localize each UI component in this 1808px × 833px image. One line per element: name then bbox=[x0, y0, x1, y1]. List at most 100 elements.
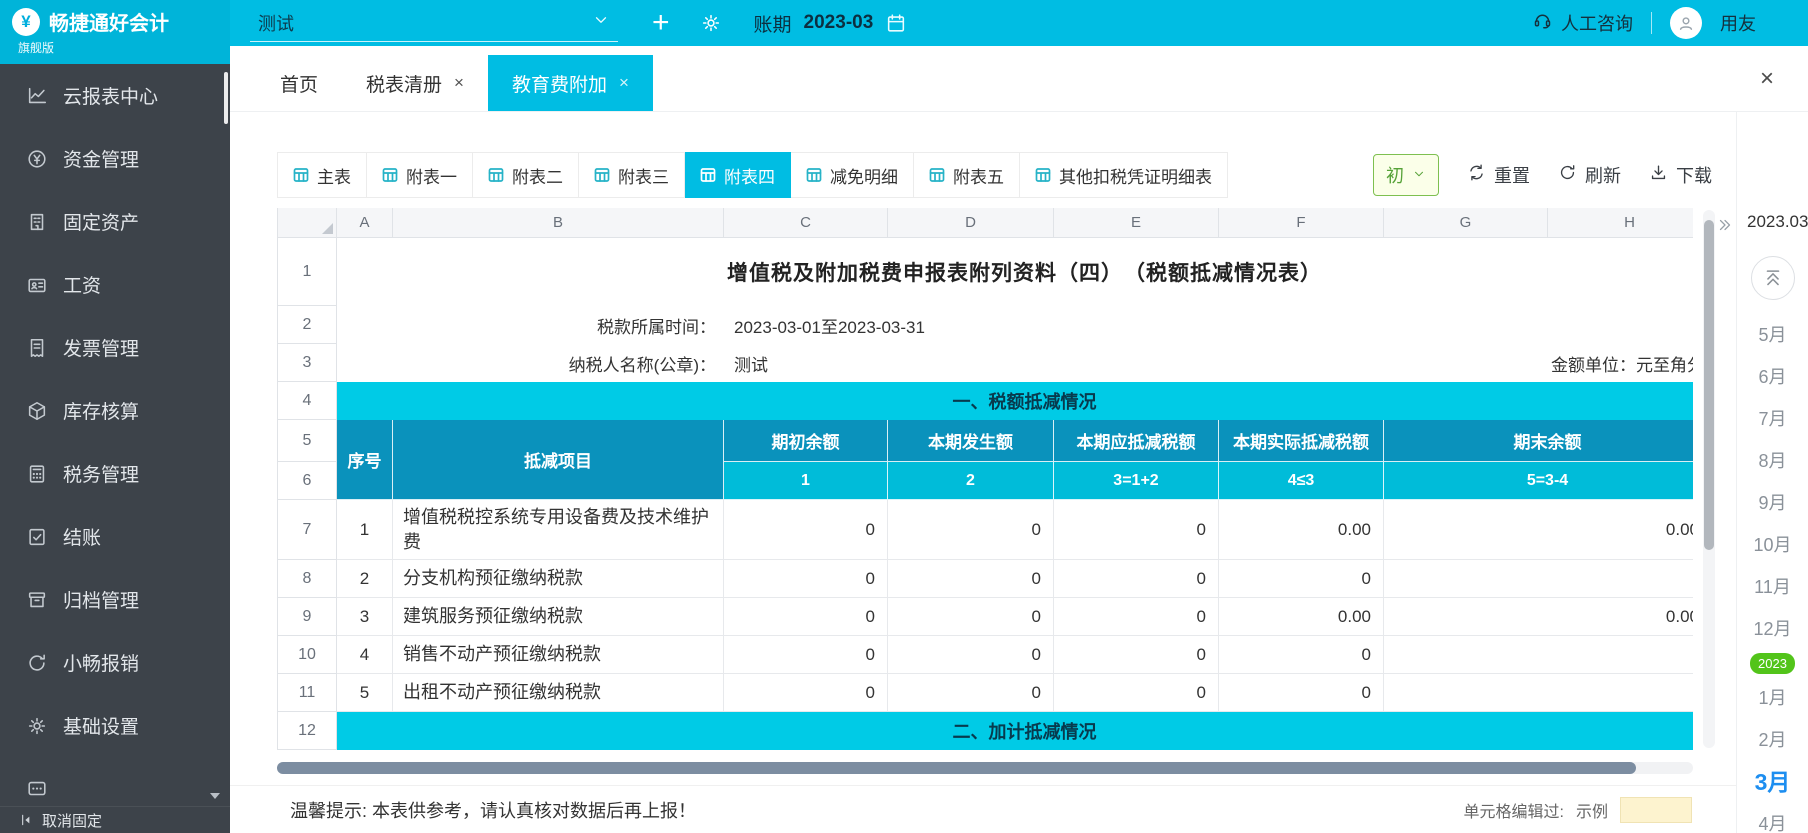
grid-cell[interactable] bbox=[1219, 306, 1693, 344]
month-item-active[interactable]: 3月 bbox=[1755, 761, 1791, 803]
grid-cell[interactable]: 0 bbox=[1054, 598, 1219, 636]
grid-cell[interactable] bbox=[1384, 560, 1693, 598]
tab-tax-register[interactable]: 税表清册 × bbox=[342, 55, 488, 111]
grid-cell[interactable]: 0 bbox=[1054, 674, 1219, 712]
grid-cell[interactable]: 0.00 bbox=[1384, 598, 1693, 636]
month-item[interactable]: 4月 bbox=[1758, 803, 1786, 833]
grid-cell[interactable]: 0 bbox=[888, 598, 1054, 636]
grid-cell[interactable]: 0.00 bbox=[1219, 598, 1384, 636]
add-account-button[interactable]: + bbox=[652, 8, 670, 38]
sheet-tab-reduction-detail[interactable]: 减免明细 bbox=[791, 152, 914, 198]
collapse-panel-icon[interactable] bbox=[1716, 216, 1734, 234]
download-button[interactable]: 下载 bbox=[1649, 162, 1712, 188]
sidebar-item-closing[interactable]: 结账 bbox=[0, 505, 230, 568]
sheet-tab-annex4[interactable]: 附表四 bbox=[685, 152, 791, 198]
section1-banner[interactable]: 一、税额抵减情况 bbox=[337, 382, 1693, 420]
unpin-sidebar-button[interactable]: 取消固定 bbox=[0, 806, 230, 833]
close-tab-icon[interactable]: × bbox=[619, 73, 629, 93]
row-number[interactable]: 12 bbox=[277, 712, 337, 750]
row-number[interactable]: 8 bbox=[277, 560, 337, 598]
grid-cell[interactable]: 0 bbox=[1054, 500, 1219, 560]
grid-cell[interactable]: 4 bbox=[337, 636, 393, 674]
grid-cell[interactable]: 0 bbox=[724, 674, 888, 712]
month-item[interactable]: 7月 bbox=[1758, 398, 1786, 440]
row-number[interactable]: 1 bbox=[277, 238, 337, 306]
header-col[interactable]: 本期实际抵减税额 bbox=[1219, 420, 1384, 462]
grid-cell[interactable]: 0 bbox=[888, 674, 1054, 712]
grid-cell[interactable]: 0.00 bbox=[1219, 500, 1384, 560]
month-item[interactable]: 1月 bbox=[1758, 677, 1786, 719]
select-all-corner[interactable] bbox=[277, 208, 337, 238]
header-col[interactable]: 期末余额 bbox=[1384, 420, 1693, 462]
sidebar-item-funds[interactable]: 资金管理 bbox=[0, 127, 230, 190]
grid-cell[interactable] bbox=[1384, 674, 1693, 712]
header-num[interactable]: 4≤3 bbox=[1219, 462, 1384, 500]
grid-vertical-scrollbar[interactable] bbox=[1703, 210, 1715, 748]
grid-hscroll-thumb[interactable] bbox=[277, 762, 1637, 774]
sheet-tab-annex5[interactable]: 附表五 bbox=[914, 152, 1020, 198]
row-number[interactable]: 10 bbox=[277, 636, 337, 674]
row-number[interactable]: 6 bbox=[277, 462, 337, 500]
grid-cell[interactable]: 销售不动产预征缴纳税款 bbox=[393, 636, 724, 674]
close-tab-icon[interactable]: × bbox=[454, 73, 464, 93]
sheet-tab-annex2[interactable]: 附表二 bbox=[473, 152, 579, 198]
column-header[interactable]: A bbox=[337, 208, 393, 238]
taxpayer-label-cell[interactable]: 纳税人名称(公章)： bbox=[337, 344, 724, 382]
tab-education-surcharge[interactable]: 教育费附加 × bbox=[487, 55, 653, 111]
grid-cell[interactable]: 0 bbox=[724, 500, 888, 560]
grid-cell[interactable]: 增值税税控系统专用设备费及技术维护费 bbox=[393, 500, 724, 560]
sidebar-item-invoice[interactable]: 发票管理 bbox=[0, 316, 230, 379]
grid-cell[interactable]: 分支机构预征缴纳税款 bbox=[393, 560, 724, 598]
row-number[interactable]: 7 bbox=[277, 500, 337, 560]
calendar-icon[interactable] bbox=[885, 12, 907, 34]
taxpayer-value-cell[interactable]: 测试 bbox=[724, 344, 1054, 382]
sidebar-item-fixed-assets[interactable]: 固定资产 bbox=[0, 190, 230, 253]
header-col[interactable]: 本期应抵减税额 bbox=[1054, 420, 1219, 462]
header-num[interactable]: 5=3-4 bbox=[1384, 462, 1693, 500]
back-to-top-button[interactable] bbox=[1750, 256, 1795, 300]
grid-cell[interactable]: 0.00 bbox=[1384, 500, 1693, 560]
period-label-cell[interactable]: 税款所属时间： bbox=[337, 306, 724, 344]
refresh-button[interactable]: 刷新 bbox=[1558, 162, 1621, 188]
month-item[interactable]: 8月 bbox=[1758, 440, 1786, 482]
sidebar-item-inventory[interactable]: 库存核算 bbox=[0, 379, 230, 442]
sheet-tab-other-deduction[interactable]: 其他扣税凭证明细表 bbox=[1020, 152, 1228, 198]
report-title-cell[interactable]: 增值税及附加税费申报表附列资料（四） （税额抵减情况表） bbox=[337, 238, 1693, 306]
sidebar-item-settings[interactable]: 基础设置 bbox=[0, 694, 230, 757]
grid-cell[interactable]: 0 bbox=[888, 636, 1054, 674]
row-number[interactable]: 4 bbox=[277, 382, 337, 420]
column-header[interactable]: G bbox=[1384, 208, 1548, 238]
avatar[interactable] bbox=[1670, 7, 1702, 39]
month-item[interactable]: 11月 bbox=[1754, 566, 1791, 608]
grid-cell[interactable]: 0 bbox=[888, 500, 1054, 560]
section2-banner[interactable]: 二、加计抵减情况 bbox=[337, 712, 1693, 750]
sidebar-scrollbar[interactable] bbox=[224, 72, 228, 124]
sheet-tab-annex3[interactable]: 附表三 bbox=[579, 152, 685, 198]
column-header[interactable]: H bbox=[1548, 208, 1693, 238]
header-col[interactable]: 本期发生额 bbox=[888, 420, 1054, 462]
row-number[interactable]: 2 bbox=[277, 306, 337, 344]
grid-cell[interactable]: 3 bbox=[337, 598, 393, 636]
column-header[interactable]: D bbox=[888, 208, 1054, 238]
sidebar-item-reimburse[interactable]: 小畅报销 bbox=[0, 631, 230, 694]
reset-button[interactable]: 重置 bbox=[1467, 162, 1530, 188]
grid-cell[interactable]: 0 bbox=[724, 636, 888, 674]
header-seq[interactable]: 序号 bbox=[337, 420, 393, 500]
grid-horizontal-scrollbar[interactable] bbox=[277, 762, 1693, 774]
row-number[interactable]: 3 bbox=[277, 344, 337, 382]
header-item[interactable]: 抵减项目 bbox=[393, 420, 724, 500]
header-num[interactable]: 3=1+2 bbox=[1054, 462, 1219, 500]
settings-gear-icon[interactable] bbox=[700, 12, 722, 34]
row-number[interactable]: 5 bbox=[277, 420, 337, 462]
row-number[interactable]: 11 bbox=[277, 674, 337, 712]
month-item[interactable]: 2月 bbox=[1758, 719, 1786, 761]
grid-cell[interactable] bbox=[1384, 636, 1693, 674]
month-item[interactable]: 6月 bbox=[1758, 356, 1786, 398]
grid-cell[interactable]: 1 bbox=[337, 500, 393, 560]
grid-vscroll-thumb[interactable] bbox=[1704, 220, 1714, 550]
close-all-icon[interactable]: × bbox=[1760, 65, 1774, 93]
sheet-tab-annex1[interactable]: 附表一 bbox=[367, 152, 473, 198]
grid-cell[interactable]: 2 bbox=[337, 560, 393, 598]
grid-cell[interactable]: 0 bbox=[1054, 560, 1219, 598]
month-item[interactable]: 9月 bbox=[1758, 482, 1786, 524]
